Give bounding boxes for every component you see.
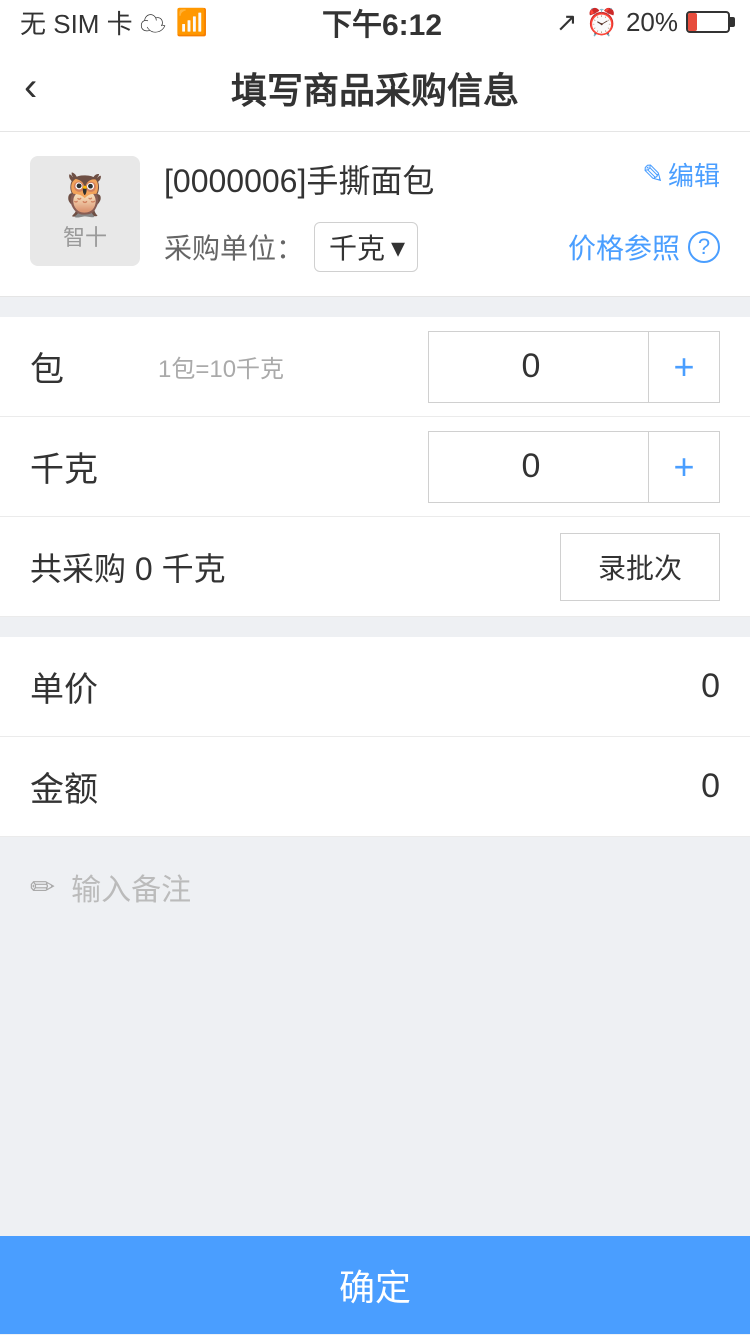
status-left: 无 SIM 卡 ☁ 📶	[20, 4, 208, 41]
edit-icon: ✎	[642, 159, 664, 190]
bao-quantity-input[interactable]	[428, 331, 648, 403]
info-section: 单价 0 金额 0	[0, 637, 750, 837]
edit-button[interactable]: ✎ 编辑	[642, 156, 720, 193]
product-image: 🦉 智十	[30, 156, 140, 266]
status-right: ↗ ⏰ 20%	[556, 7, 730, 38]
kg-plus-button[interactable]: +	[648, 431, 720, 503]
status-time: 下午6:12	[322, 0, 442, 44]
kg-quantity-input[interactable]	[428, 431, 648, 503]
price-ref-label: 价格参照	[568, 227, 680, 267]
dropdown-icon: ▾	[391, 231, 405, 264]
section-divider-2	[0, 617, 750, 637]
unit-price-row: 单价 0	[0, 637, 750, 737]
unit-label: 采购单位：	[164, 227, 304, 267]
product-card: 🦉 智十 [0000006]手撕面包 ✎ 编辑 采购单位： 千克 ▾	[0, 132, 750, 297]
product-logo-text: 智十	[63, 220, 107, 252]
bao-sublabel: 1包=10千克	[158, 349, 428, 384]
page-title: 填写商品采购信息	[231, 62, 519, 114]
nav-bar: ‹ 填写商品采购信息	[0, 44, 750, 132]
alarm-icon: ⏰	[586, 7, 618, 38]
battery-percent: 20%	[626, 7, 678, 38]
batch-button[interactable]: 录批次	[560, 533, 720, 601]
section-divider-1	[0, 297, 750, 317]
unit-price-value: 0	[701, 667, 720, 706]
input-section: 包 1包=10千克 + 千克 +	[0, 317, 750, 517]
battery-icon	[686, 11, 730, 33]
product-info: [0000006]手撕面包 ✎ 编辑 采购单位： 千克 ▾ 价格参照 ?	[164, 156, 720, 272]
unit-select[interactable]: 千克 ▾	[314, 222, 418, 272]
bao-label: 包	[30, 342, 150, 391]
kg-controls: +	[428, 431, 720, 503]
amount-value: 0	[701, 767, 720, 806]
summary-row: 共采购 0 千克 录批次	[0, 517, 750, 617]
remark-placeholder: 输入备注	[71, 865, 191, 909]
sim-label: 无 SIM 卡 ☁	[20, 4, 166, 41]
unit-price-label: 单价	[30, 662, 98, 711]
edit-label: 编辑	[668, 156, 720, 193]
bao-controls: +	[428, 331, 720, 403]
status-bar: 无 SIM 卡 ☁ 📶 下午6:12 ↗ ⏰ 20%	[0, 0, 750, 44]
price-ref-button[interactable]: 价格参照 ?	[568, 227, 720, 267]
pencil-icon: ✏	[30, 870, 55, 905]
unit-value: 千克	[329, 227, 385, 267]
product-name: [0000006]手撕面包	[164, 156, 434, 202]
kg-label: 千克	[30, 442, 150, 491]
bao-plus-button[interactable]: +	[648, 331, 720, 403]
bao-input-row: 包 1包=10千克 +	[0, 317, 750, 417]
amount-label: 金额	[30, 762, 98, 811]
amount-row: 金额 0	[0, 737, 750, 837]
summary-text: 共采购 0 千克	[30, 544, 226, 590]
confirm-button[interactable]: 确定	[0, 1236, 750, 1334]
product-logo-icon: 🦉	[59, 171, 111, 220]
bottom-filler	[0, 937, 750, 1237]
price-ref-help-icon: ?	[688, 231, 720, 263]
back-button[interactable]: ‹	[24, 65, 37, 110]
kg-input-row: 千克 +	[0, 417, 750, 517]
location-icon: ↗	[556, 7, 578, 38]
wifi-icon: 📶	[176, 7, 208, 38]
remark-section[interactable]: ✏ 输入备注	[0, 837, 750, 937]
